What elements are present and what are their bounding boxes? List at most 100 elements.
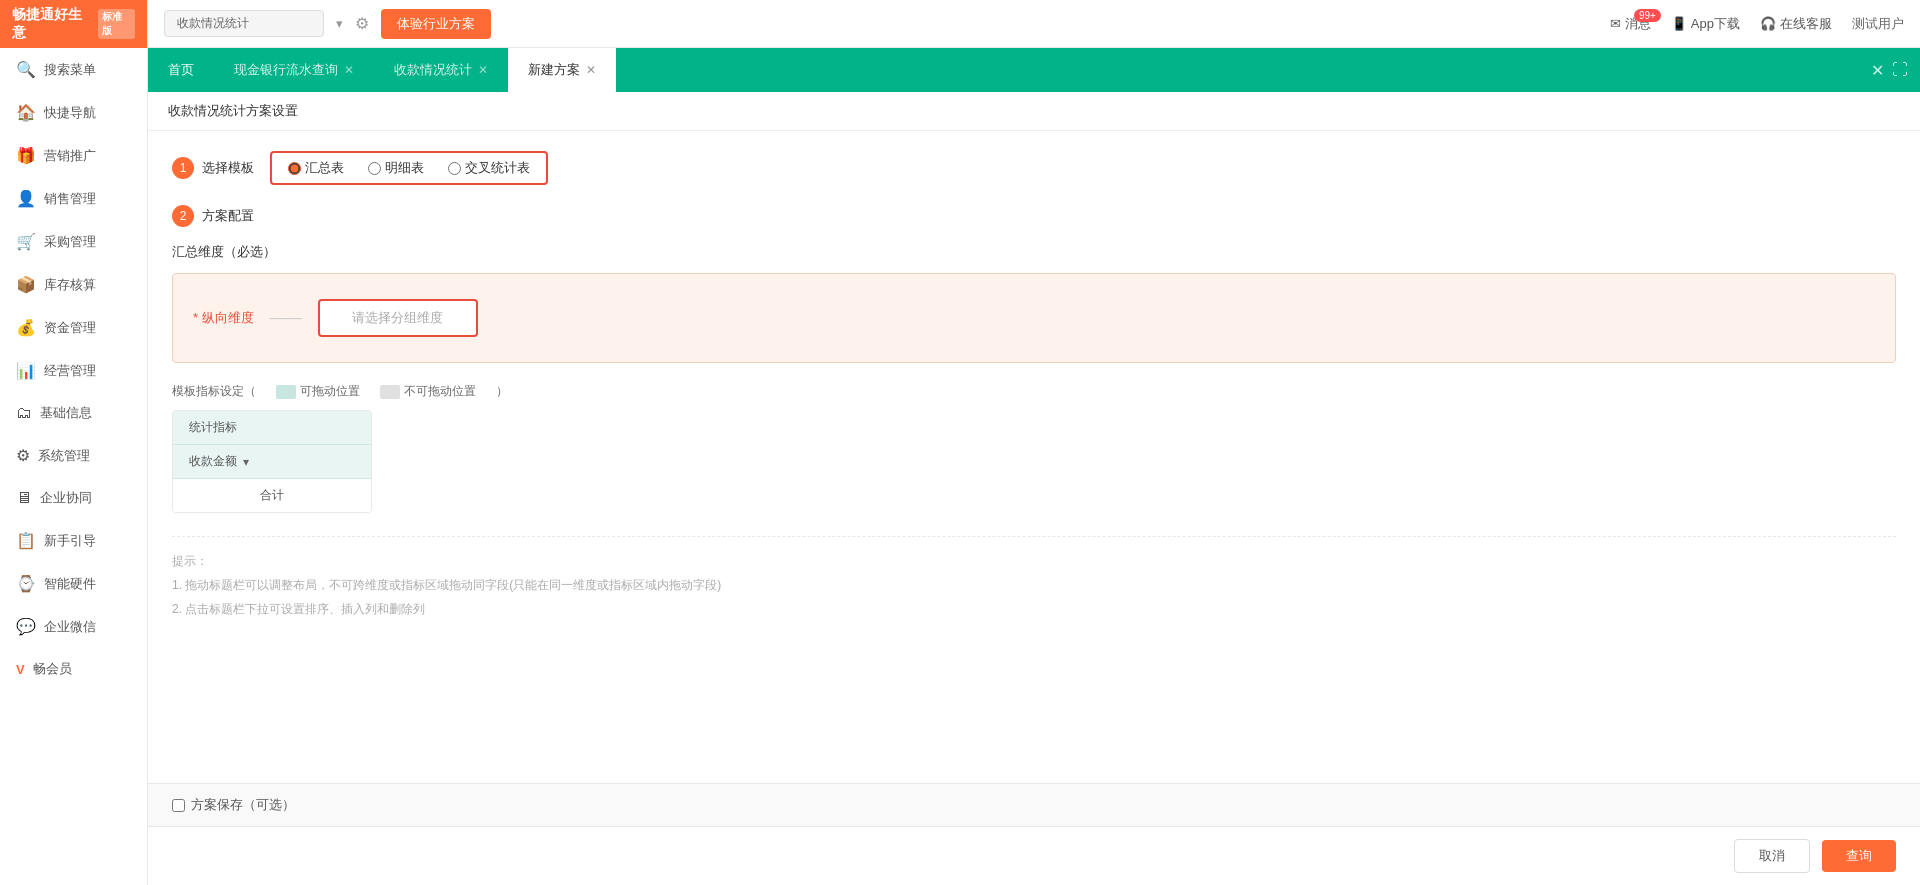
logo-badge: 标准版: [98, 9, 135, 39]
sidebar: 畅捷通好生意 标准版 🔍 搜索菜单 🏠 快捷导航 🎁 营销推广 👤 销售管理 🛒…: [0, 0, 148, 885]
messages-btn[interactable]: ✉ 消息 99+: [1610, 15, 1651, 33]
sidebar-item-system[interactable]: ⚙ 系统管理: [0, 434, 147, 477]
step2-label: 方案配置: [202, 207, 254, 225]
sidebar-item-label: 基础信息: [40, 404, 92, 422]
tab-new-scheme[interactable]: 新建方案 ✕: [508, 48, 616, 92]
online-support-btn[interactable]: 🎧 在线客服: [1760, 15, 1832, 33]
box-icon: 📦: [16, 275, 36, 294]
sidebar-item-marketing[interactable]: 🎁 营销推广: [0, 134, 147, 177]
breadcrumb: 收款情况统计: [164, 10, 324, 37]
tab-close-icon[interactable]: ✕: [344, 63, 354, 77]
folder-icon: 🗂: [16, 404, 32, 422]
metrics-table: 统计指标 收款金额 ▾ 合计: [172, 410, 372, 513]
dimension-area: 纵向维度 —— 请选择分组维度: [172, 273, 1896, 363]
page-title: 收款情况统计方案设置: [148, 92, 1920, 131]
cart-icon: 🛒: [16, 232, 36, 251]
vertical-dimension-label: 纵向维度: [193, 309, 254, 327]
sidebar-item-label: 营销推广: [44, 147, 96, 165]
step1-label: 选择模板: [202, 159, 254, 177]
query-button[interactable]: 查询: [1822, 840, 1896, 872]
metric-dropdown-icon[interactable]: ▾: [243, 455, 249, 469]
legend-fixed-label: 不可拖动位置: [404, 383, 476, 400]
radio-cross[interactable]: 交叉统计表: [448, 159, 530, 177]
sidebar-item-label: 经营管理: [44, 362, 96, 380]
sidebar-item-label: 企业协同: [40, 489, 92, 507]
dimension-select[interactable]: 请选择分组维度: [318, 299, 478, 337]
template-radio-group: 汇总表 明细表 交叉统计表: [270, 151, 548, 185]
tab-bank-flow[interactable]: 现金银行流水查询 ✕: [214, 48, 374, 92]
sidebar-item-operations[interactable]: 📊 经营管理: [0, 349, 147, 392]
legend-fixed: 不可拖动位置: [380, 383, 476, 400]
form-section: 1 选择模板 汇总表 明细表 交叉统计表: [148, 131, 1920, 783]
legend-movable: 可拖动位置: [276, 383, 360, 400]
radio-summary[interactable]: 汇总表: [288, 159, 344, 177]
maximize-icon[interactable]: ⛶: [1892, 61, 1908, 79]
tip2: 2. 点击标题栏下拉可设置排序、插入列和删除列: [172, 597, 1896, 621]
sidebar-item-label: 搜索菜单: [44, 61, 96, 79]
sidebar-item-beginner-guide[interactable]: 📋 新手引导: [0, 519, 147, 562]
legend-movable-label: 可拖动位置: [300, 383, 360, 400]
cancel-button[interactable]: 取消: [1734, 839, 1810, 873]
metrics-config-title-close: ）: [496, 383, 508, 400]
app-download-label: App下载: [1691, 15, 1740, 33]
sidebar-item-search[interactable]: 🔍 搜索菜单: [0, 48, 147, 91]
dropdown-arrow-icon[interactable]: ▾: [336, 16, 343, 31]
user-icon: 👤: [16, 189, 36, 208]
metrics-row-amount[interactable]: 收款金额 ▾: [173, 445, 371, 479]
topbar-left: 收款情况统计 ▾ ⚙ 体验行业方案: [164, 9, 491, 39]
home-icon: 🏠: [16, 103, 36, 122]
tip-label: 提示：: [172, 549, 1896, 573]
sidebar-item-quick-nav[interactable]: 🏠 快捷导航: [0, 91, 147, 134]
watch-icon: ⌚: [16, 574, 36, 593]
gift-icon: 🎁: [16, 146, 36, 165]
sidebar-item-label: 销售管理: [44, 190, 96, 208]
settings-icon[interactable]: ⚙: [355, 14, 369, 33]
sidebar-item-label: 系统管理: [38, 447, 90, 465]
tab-receipts-stats[interactable]: 收款情况统计 ✕: [374, 48, 508, 92]
tabbar-controls: ✕ ⛶: [1871, 61, 1920, 80]
step2-section: 2 方案配置 汇总维度（必选） 纵向维度 —— 请选择分组维度: [172, 205, 1896, 621]
industry-btn[interactable]: 体验行业方案: [381, 9, 491, 39]
tab-close-icon[interactable]: ✕: [586, 63, 596, 77]
sidebar-item-enterprise-collab[interactable]: 🖥 企业协同: [0, 477, 147, 519]
sidebar-item-basic-info[interactable]: 🗂 基础信息: [0, 392, 147, 434]
gear-icon: ⚙: [16, 446, 30, 465]
sidebar-item-purchase[interactable]: 🛒 采购管理: [0, 220, 147, 263]
clipboard-icon: 📋: [16, 531, 36, 550]
metrics-section-title: 统计指标: [189, 419, 237, 436]
sidebar-item-funds[interactable]: 💰 资金管理: [0, 306, 147, 349]
tips-text: 提示： 1. 拖动标题栏可以调整布局，不可跨维度或指标区域拖动同字段(只能在同一…: [172, 549, 1896, 621]
radio-summary-input[interactable]: [288, 162, 301, 175]
sidebar-item-label: 企业微信: [44, 618, 96, 636]
sidebar-item-smart-hardware[interactable]: ⌚ 智能硬件: [0, 562, 147, 605]
main-area: 收款情况统计 ▾ ⚙ 体验行业方案 ✉ 消息 99+ 📱 App下载 🎧 在线客…: [148, 0, 1920, 885]
sidebar-item-label: 库存核算: [44, 276, 96, 294]
radio-summary-label: 汇总表: [305, 159, 344, 177]
tab-receipts-stats-label: 收款情况统计: [394, 61, 472, 79]
sidebar-item-enterprise-wechat[interactable]: 💬 企业微信: [0, 605, 147, 648]
sidebar-item-member[interactable]: V 畅会员: [0, 648, 147, 690]
app-download-btn[interactable]: 📱 App下载: [1671, 15, 1740, 33]
metrics-table-header: 统计指标: [173, 411, 371, 445]
topbar-right: ✉ 消息 99+ 📱 App下载 🎧 在线客服 测试用户: [1610, 15, 1904, 33]
movable-box: [276, 385, 296, 399]
sidebar-item-label: 新手引导: [44, 532, 96, 550]
save-checkbox[interactable]: [172, 799, 185, 812]
chat-icon: 💬: [16, 617, 36, 636]
chart-icon: 📊: [16, 361, 36, 380]
step1-row: 1 选择模板 汇总表 明细表 交叉统计表: [172, 151, 1896, 185]
dimension-arrow-icon: ——: [270, 309, 302, 327]
tab-home[interactable]: 首页: [148, 48, 214, 92]
tab-new-scheme-label: 新建方案: [528, 61, 580, 79]
tab-close-icon[interactable]: ✕: [478, 63, 488, 77]
sidebar-item-sales[interactable]: 👤 销售管理: [0, 177, 147, 220]
online-support-label: 在线客服: [1780, 15, 1832, 33]
radio-cross-input[interactable]: [448, 162, 461, 175]
message-icon: ✉: [1610, 16, 1621, 31]
close-window-icon[interactable]: ✕: [1871, 61, 1884, 80]
radio-detail-input[interactable]: [368, 162, 381, 175]
headset-icon: 🎧: [1760, 16, 1776, 31]
dimension-row: 纵向维度 —— 请选择分组维度: [193, 299, 478, 337]
radio-detail[interactable]: 明细表: [368, 159, 424, 177]
sidebar-item-inventory[interactable]: 📦 库存核算: [0, 263, 147, 306]
